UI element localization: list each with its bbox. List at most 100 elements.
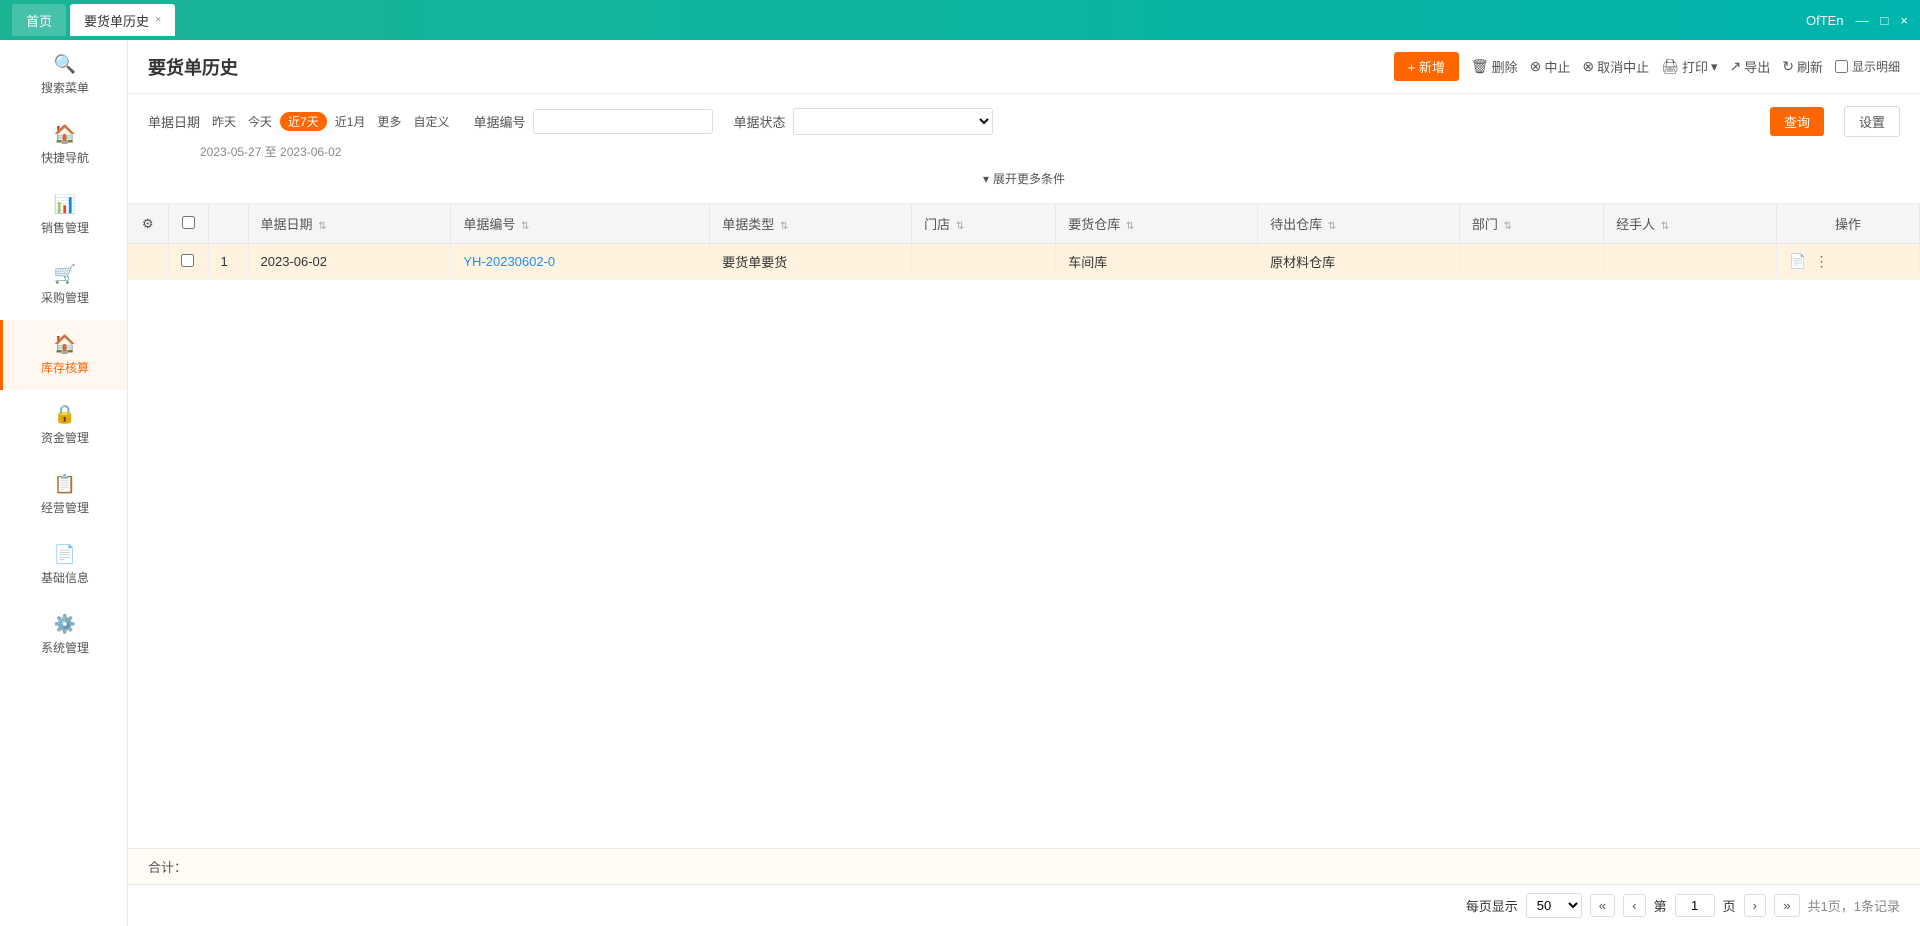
col-handler[interactable]: 经手人 ⇅ bbox=[1604, 204, 1777, 244]
query-btn[interactable]: 查询 bbox=[1770, 107, 1824, 136]
display-toggle[interactable]: 显示明细 bbox=[1835, 58, 1900, 75]
shortcut-custom[interactable]: 自定义 bbox=[409, 112, 453, 131]
col-req-warehouse-label: 要货仓库 bbox=[1068, 217, 1120, 232]
doc-status-label: 单据状态 bbox=[733, 112, 785, 131]
display-checkbox[interactable] bbox=[1835, 60, 1848, 73]
settings-btn[interactable]: 设置 bbox=[1844, 106, 1900, 137]
date-range-text: 2023-05-27 至 2023-06-02 bbox=[200, 143, 341, 160]
tab-close-icon[interactable]: × bbox=[155, 14, 161, 26]
sidebar-item-sales[interactable]: 📊 销售管理 bbox=[0, 180, 127, 250]
col-settings[interactable]: ⚙ bbox=[128, 204, 168, 244]
select-all-checkbox[interactable] bbox=[182, 216, 195, 229]
export-btn[interactable]: ↗ 导出 bbox=[1729, 57, 1770, 76]
sidebar-label-quick-nav: 快捷导航 bbox=[41, 149, 89, 166]
filter-area: 单据日期 昨天 今天 近7天 近1月 更多 自定义 单据编号 bbox=[128, 94, 1920, 204]
search-icon: 🔍 bbox=[54, 54, 76, 75]
col-docno[interactable]: 单据编号 ⇅ bbox=[451, 204, 710, 244]
col-index bbox=[208, 204, 248, 244]
first-page-btn[interactable]: « bbox=[1590, 894, 1615, 917]
sidebar-item-operations[interactable]: 📋 经营管理 bbox=[0, 460, 127, 530]
table-header-row: ⚙ 单据日期 ⇅ 单据编号 ⇅ bbox=[128, 204, 1920, 244]
date-filter-group: 单据日期 昨天 今天 近7天 近1月 更多 自定义 bbox=[148, 112, 453, 131]
sidebar-item-quick-nav[interactable]: 🏠 快捷导航 bbox=[0, 110, 127, 180]
sidebar-item-search-menu[interactable]: 🔍 搜索菜单 bbox=[0, 40, 127, 110]
main-table: ⚙ 单据日期 ⇅ 单据编号 ⇅ bbox=[128, 204, 1920, 280]
more-action-icon[interactable]: ⋮ bbox=[1815, 253, 1829, 270]
col-req-warehouse[interactable]: 要货仓库 ⇅ bbox=[1056, 204, 1258, 244]
col-date-label: 单据日期 bbox=[261, 217, 313, 232]
col-pending-warehouse[interactable]: 待出仓库 ⇅ bbox=[1258, 204, 1460, 244]
view-action-icon[interactable]: 📄 bbox=[1789, 253, 1806, 270]
delete-label: 删除 bbox=[1492, 57, 1518, 76]
gear-icon: ⚙️ bbox=[54, 614, 76, 635]
maximize-btn[interactable]: □ bbox=[1881, 13, 1889, 28]
page-title: 要货单历史 bbox=[148, 54, 238, 80]
delete-btn[interactable]: 🗑 删除 bbox=[1471, 57, 1518, 76]
cancel-suspend-btn[interactable]: ⊗ 取消中止 bbox=[1582, 57, 1649, 76]
shortcut-today[interactable]: 今天 bbox=[244, 112, 276, 131]
tab-home[interactable]: 首页 bbox=[12, 4, 66, 36]
export-icon: ↗ bbox=[1729, 58, 1741, 75]
row-checkbox[interactable] bbox=[181, 254, 194, 267]
cell-date: 2023-06-02 bbox=[248, 244, 451, 280]
tab-active-label: 要货单历史 bbox=[84, 11, 149, 30]
sort-req-warehouse-icon: ⇅ bbox=[1126, 221, 1134, 232]
page-header: 要货单历史 + 新增 🗑 删除 ⊗ 中止 ⊗ 取消中止 🖨 打印 bbox=[128, 40, 1920, 94]
print-btn[interactable]: 🖨 打印 ▾ bbox=[1661, 57, 1717, 76]
prev-page-btn[interactable]: ‹ bbox=[1623, 894, 1645, 917]
sort-pending-warehouse-icon: ⇅ bbox=[1328, 221, 1336, 232]
last-page-btn[interactable]: » bbox=[1774, 894, 1799, 917]
col-store[interactable]: 门店 ⇅ bbox=[912, 204, 1056, 244]
sidebar-item-finance[interactable]: 🔒 资金管理 bbox=[0, 390, 127, 460]
sidebar-label-finance: 资金管理 bbox=[41, 429, 89, 446]
content-area: 要货单历史 + 新增 🗑 删除 ⊗ 中止 ⊗ 取消中止 🖨 打印 bbox=[128, 40, 1920, 926]
col-pending-warehouse-label: 待出仓库 bbox=[1270, 217, 1322, 232]
doc-number-filter-group: 单据编号 bbox=[473, 109, 713, 134]
cell-index: 1 bbox=[208, 244, 248, 280]
sidebar-item-system[interactable]: ⚙️ 系统管理 bbox=[0, 600, 127, 670]
doc-status-filter-group: 单据状态 bbox=[733, 108, 993, 135]
col-actions: 操作 bbox=[1777, 204, 1920, 244]
col-date[interactable]: 单据日期 ⇅ bbox=[248, 204, 451, 244]
close-btn[interactable]: × bbox=[1900, 13, 1908, 28]
sidebar-label-system: 系统管理 bbox=[41, 639, 89, 656]
cell-department bbox=[1459, 244, 1603, 280]
new-btn[interactable]: + 新增 bbox=[1394, 52, 1459, 81]
table-container: ⚙ 单据日期 ⇅ 单据编号 ⇅ bbox=[128, 204, 1920, 848]
shortcut-yesterday[interactable]: 昨天 bbox=[208, 112, 240, 131]
date-shortcuts: 昨天 今天 近7天 近1月 更多 自定义 bbox=[208, 112, 453, 131]
expand-more[interactable]: ▾ 展开更多条件 bbox=[148, 166, 1900, 191]
suspend-btn[interactable]: ⊗ 中止 bbox=[1530, 57, 1571, 76]
sidebar-item-basic-info[interactable]: 📄 基础信息 bbox=[0, 530, 127, 600]
cell-settings bbox=[128, 244, 168, 280]
doc-link[interactable]: YH-20230602-0 bbox=[463, 254, 555, 269]
cell-checkbox[interactable] bbox=[168, 244, 208, 280]
shortcut-7days[interactable]: 近7天 bbox=[280, 112, 327, 131]
tab-active[interactable]: 要货单历史 × bbox=[70, 4, 175, 36]
shortcut-1month[interactable]: 近1月 bbox=[331, 112, 370, 131]
cancel-suspend-icon: ⊗ bbox=[1582, 58, 1594, 75]
doc-status-select[interactable] bbox=[793, 108, 993, 135]
home-icon: 🏠 bbox=[54, 124, 76, 145]
col-department[interactable]: 部门 ⇅ bbox=[1459, 204, 1603, 244]
table-row[interactable]: 1 2023-06-02 YH-20230602-0 要货单要货 车间库 原材料… bbox=[128, 244, 1920, 280]
page-label: 第 bbox=[1654, 896, 1667, 915]
page-input[interactable] bbox=[1675, 894, 1715, 917]
doc-number-input[interactable] bbox=[533, 109, 713, 134]
page-suffix: 页 bbox=[1723, 896, 1736, 915]
refresh-btn[interactable]: ↻ 刷新 bbox=[1782, 57, 1823, 76]
col-doctype[interactable]: 单据类型 ⇅ bbox=[710, 204, 912, 244]
shortcut-more[interactable]: 更多 bbox=[373, 112, 405, 131]
sort-date-icon: ⇅ bbox=[318, 221, 326, 232]
doc-number-label: 单据编号 bbox=[473, 112, 525, 131]
sidebar-item-inventory[interactable]: 🏠 库存核算 bbox=[0, 320, 127, 390]
per-page-select[interactable]: 50 10 20 100 bbox=[1526, 893, 1582, 918]
sidebar-item-purchase[interactable]: 🛒 采购管理 bbox=[0, 250, 127, 320]
lock-icon: 🔒 bbox=[54, 404, 76, 425]
cell-docno[interactable]: YH-20230602-0 bbox=[451, 244, 710, 280]
col-store-label: 门店 bbox=[924, 217, 950, 232]
minimize-btn[interactable]: — bbox=[1856, 13, 1869, 28]
sidebar-label-search-menu: 搜索菜单 bbox=[41, 79, 89, 96]
next-page-btn[interactable]: › bbox=[1744, 894, 1766, 917]
col-checkbox[interactable] bbox=[168, 204, 208, 244]
